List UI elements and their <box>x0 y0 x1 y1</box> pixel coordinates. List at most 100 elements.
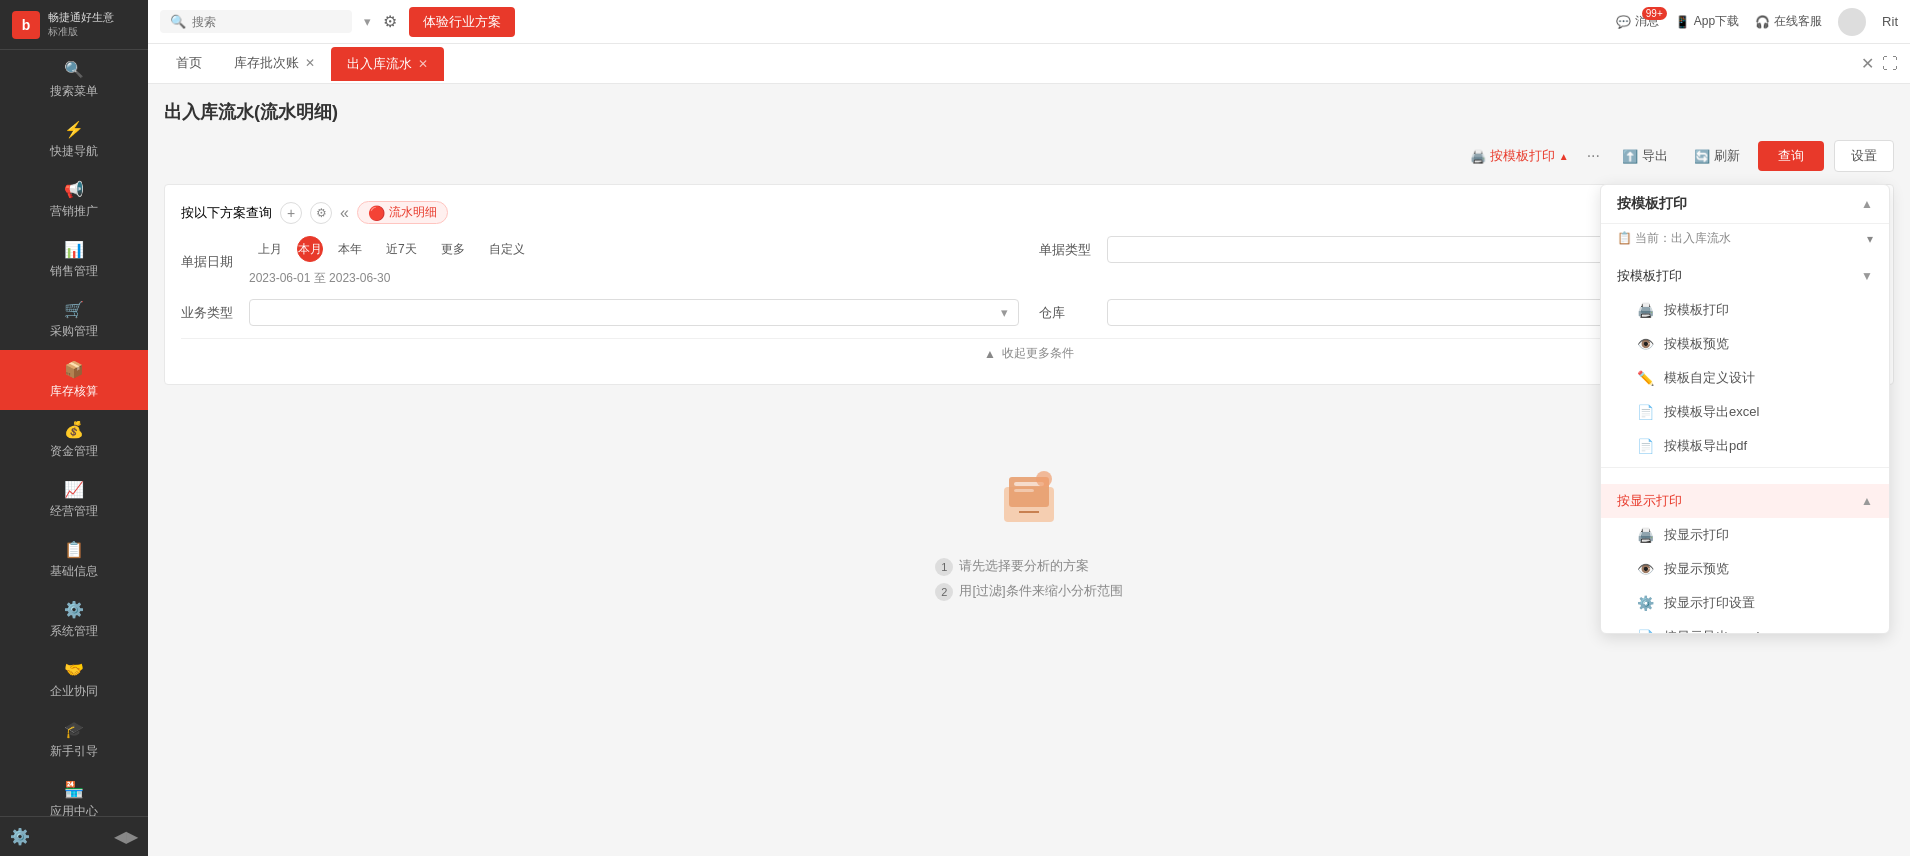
sidebar-item-label-sales: 销售管理 <box>50 263 98 280</box>
sidebar-item-system[interactable]: ⚙️系统管理 <box>0 590 148 650</box>
dropdown-item-template-export-pdf[interactable]: 📄按模板导出pdf <box>1601 429 1889 463</box>
user-avatar[interactable] <box>1838 8 1866 36</box>
empty-hints: 1 请先选择要分析的方案 2 用[过滤]条件来缩小分析范围 <box>935 557 1122 607</box>
dropdown-section-header-display-print-section[interactable]: 按显示打印▲ <box>1601 484 1889 518</box>
refresh-button[interactable]: 🔄 刷新 <box>1686 143 1748 169</box>
tab-home[interactable]: 首页 <box>160 46 218 82</box>
toolbar: 🖨️ 按模板打印 ▲ ··· ⬆️ 导出 🔄 刷新 查询 设置 <box>164 140 1894 172</box>
tab-close-batch-account[interactable]: ✕ <box>305 56 315 70</box>
date-option-本月[interactable]: 本月 <box>297 236 323 262</box>
trial-button[interactable]: 体验行业方案 <box>409 7 515 37</box>
close-all-tabs-button[interactable]: ✕ <box>1861 54 1874 73</box>
tab-label-home: 首页 <box>176 54 202 72</box>
nav-icon-quick-nav: ⚡ <box>64 120 84 139</box>
sidebar-item-inventory[interactable]: 📦库存核算 <box>0 350 148 410</box>
empty-hint-2: 2 用[过滤]条件来缩小分析范围 <box>935 582 1122 601</box>
content-area: 出入库流水(流水明细) 🖨️ 按模板打印 ▲ ··· ⬆️ 导出 🔄 刷新 查询… <box>148 84 1910 856</box>
dropdown-section-header-template-print-section[interactable]: 按模板打印▼ <box>1601 259 1889 293</box>
chevron-up-icon: ▲ <box>984 347 996 361</box>
add-filter-button[interactable]: + <box>280 202 302 224</box>
message-button[interactable]: 💬 消息 99+ <box>1616 13 1659 30</box>
template-print-button[interactable]: 🖨️ 按模板打印 ▲ <box>1462 143 1577 169</box>
sidebar-item-basic[interactable]: 📋 基础信息 <box>0 530 148 590</box>
dropdown-item-display-print[interactable]: 🖨️按显示打印 <box>1601 518 1889 552</box>
sidebar-item-sales[interactable]: 📊 销售管理 <box>0 230 148 290</box>
sidebar-item-quick-nav[interactable]: ⚡快捷导航 <box>0 110 148 170</box>
dropdown-close-icon[interactable]: ▲ <box>1861 197 1873 211</box>
dropdown-item-template-preview[interactable]: 👁️按模板预览 <box>1601 327 1889 361</box>
logo-icon: b <box>12 11 40 39</box>
dropdown-item-template-export-excel[interactable]: 📄按模板导出excel <box>1601 395 1889 429</box>
item-label-display-print: 按显示打印 <box>1664 526 1729 544</box>
sidebar-item-operation[interactable]: 📈经营管理 <box>0 470 148 530</box>
app-download-button[interactable]: 📱 App下载 <box>1675 13 1739 30</box>
nav-icon-marketing: 📢 <box>64 180 84 199</box>
search-dropdown-icon[interactable]: ▾ <box>364 14 371 29</box>
business-select[interactable]: ▾ <box>249 299 1019 326</box>
dropdown-section-display-print-section: 按显示打印▲🖨️按显示打印👁️按显示预览⚙️按显示打印设置📄按显示导出excel… <box>1601 478 1889 633</box>
nav-icon-finance: 💰 <box>64 420 84 439</box>
date-option-自定义[interactable]: 自定义 <box>480 237 534 262</box>
sidebar-item-app[interactable]: 🏪应用中心 <box>0 770 148 816</box>
dropdown-item-display-export-excel[interactable]: 📄按显示导出excel <box>1601 620 1889 633</box>
date-option-上月[interactable]: 上月 <box>249 237 291 262</box>
nav-icon-sales: 📊 <box>64 240 84 259</box>
dropdown-item-template-print[interactable]: 🖨️ 按模板打印 <box>1601 293 1889 327</box>
tabs-actions: ✕ ⛶ <box>1861 54 1898 73</box>
date-range: 2023-06-01 至 2023-06-30 <box>249 270 534 287</box>
sidebar-item-guide[interactable]: 🎓新手引导 <box>0 710 148 770</box>
sidebar-item-label-finance: 资金管理 <box>50 443 98 460</box>
date-option-本年[interactable]: 本年 <box>329 237 371 262</box>
settings-button[interactable]: 设置 <box>1834 140 1894 172</box>
sidebar-item-search[interactable]: 🔍搜索菜单 <box>0 50 148 110</box>
item-label-template-print: 按模板打印 <box>1664 301 1729 319</box>
section-header-label-template-print-section: 按模板打印 <box>1617 267 1682 285</box>
search-icon: 🔍 <box>170 14 186 29</box>
item-icon-template-export-pdf: 📄 <box>1637 438 1654 454</box>
sidebar-item-marketing[interactable]: 📢营销推广 <box>0 170 148 230</box>
filter-collapse-icon[interactable]: « <box>340 204 349 222</box>
type-label: 单据类型 <box>1039 241 1099 259</box>
tab-inout-flow[interactable]: 出入库流水 ✕ <box>331 47 444 81</box>
sidebar: b 畅捷通好生意 标准版 🔍搜索菜单⚡快捷导航📢营销推广📊销售管理🛒采购管理📦库… <box>0 0 148 856</box>
dropdown-item-template-custom[interactable]: ✏️模板自定义设计 <box>1601 361 1889 395</box>
settings-icon[interactable]: ⚙️ <box>10 827 30 846</box>
item-icon-template-print: 🖨️ <box>1637 302 1654 318</box>
filter-settings-button[interactable]: ⚙ <box>310 202 332 224</box>
printer-icon: 🖨️ <box>1470 149 1486 164</box>
date-options: 上月本月本年近7天更多自定义 <box>249 236 534 262</box>
nav-icon-basic: 📋 <box>64 540 84 559</box>
collapse-icon[interactable]: ◀▶ <box>114 827 138 846</box>
filter-tag-icon: 🔴 <box>368 205 385 221</box>
tab-label-inout-flow: 出入库流水 <box>347 55 412 73</box>
sidebar-item-label-system: 系统管理 <box>50 623 98 640</box>
dropdown-current-label: 📋 当前：出入库流水 ▾ <box>1601 224 1889 253</box>
filter-tag[interactable]: 🔴 流水明细 <box>357 201 448 224</box>
customer-service-button[interactable]: 🎧 在线客服 <box>1755 13 1822 30</box>
tab-batch-account[interactable]: 库存批次账 ✕ <box>218 46 331 82</box>
more-options-icon[interactable]: ··· <box>1587 147 1600 165</box>
date-option-近7天[interactable]: 近7天 <box>377 237 426 262</box>
search-box[interactable]: 🔍 <box>160 10 352 33</box>
sidebar-item-label-operation: 经营管理 <box>50 503 98 520</box>
section-toggle-display-print-section: ▲ <box>1861 494 1873 508</box>
dropdown-item-display-preview[interactable]: 👁️按显示预览 <box>1601 552 1889 586</box>
search-input[interactable] <box>192 15 342 29</box>
topbar: 🔍 ▾ ⚙ 体验行业方案 💬 消息 99+ 📱 App下载 🎧 在线客服 Rit <box>148 0 1910 44</box>
sidebar-item-purchase[interactable]: 🛒采购管理 <box>0 290 148 350</box>
date-option-更多[interactable]: 更多 <box>432 237 474 262</box>
expand-tabs-button[interactable]: ⛶ <box>1882 55 1898 73</box>
filter-date-item: 单据日期 上月本月本年近7天更多自定义 2023-06-01 至 2023-06… <box>181 236 1019 287</box>
sidebar-item-coop[interactable]: 🤝企业协同 <box>0 650 148 710</box>
query-button[interactable]: 查询 <box>1758 141 1824 171</box>
export-button[interactable]: ⬆️ 导出 <box>1614 143 1676 169</box>
sidebar-item-label-basic: 基础信息 <box>50 563 98 580</box>
item-icon-template-export-excel: 📄 <box>1637 404 1654 420</box>
dropdown-item-display-print-settings[interactable]: ⚙️按显示打印设置 <box>1601 586 1889 620</box>
sidebar-item-finance[interactable]: 💰 资金管理 <box>0 410 148 470</box>
tab-close-inout-flow[interactable]: ✕ <box>418 57 428 71</box>
item-label-display-print-settings: 按显示打印设置 <box>1664 594 1755 612</box>
sidebar-item-label-search: 搜索菜单 <box>50 83 98 100</box>
topbar-right: 💬 消息 99+ 📱 App下载 🎧 在线客服 Rit <box>1616 8 1898 36</box>
gear-icon[interactable]: ⚙ <box>383 12 397 31</box>
